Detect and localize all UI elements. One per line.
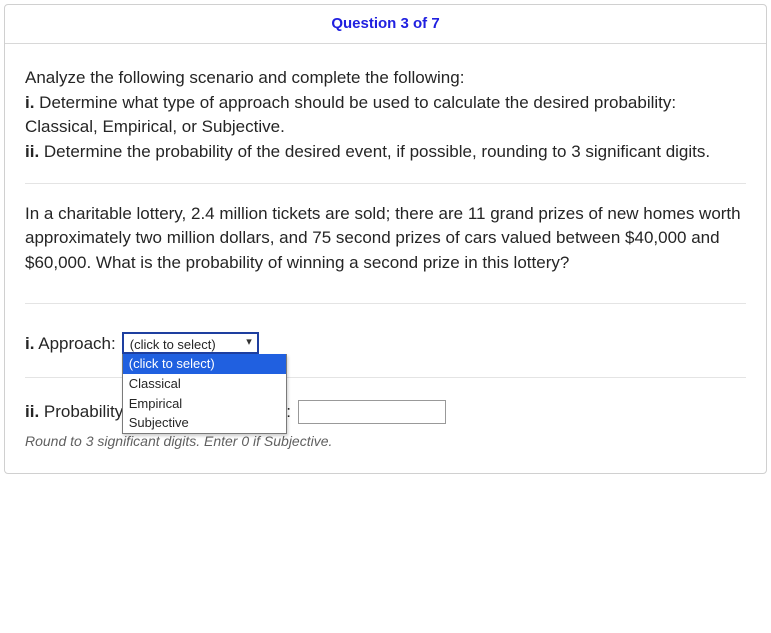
approach-label-container: i. Approach: (25, 332, 116, 357)
approach-select[interactable]: (click to select) ▾ (122, 332, 259, 354)
question-container: Question 3 of 7 Analyze the following sc… (4, 4, 767, 474)
approach-section: i. Approach: (click to select) ▾ (click … (25, 304, 746, 378)
approach-select-wrap: (click to select) ▾ (click to select) Cl… (122, 332, 259, 354)
dropdown-option-placeholder[interactable]: (click to select) (123, 354, 286, 374)
item-i-text: Determine what type of approach should b… (25, 93, 676, 137)
instructions-intro: Analyze the following scenario and compl… (25, 66, 746, 91)
probability-input[interactable] (298, 400, 446, 424)
chevron-down-icon: ▾ (246, 336, 252, 352)
approach-label: Approach: (34, 334, 115, 353)
item-ii-label: ii. (25, 142, 39, 161)
question-title: Question 3 of 7 (331, 15, 439, 32)
dropdown-option-empirical[interactable]: Empirical (123, 394, 286, 414)
dropdown-option-classical[interactable]: Classical (123, 374, 286, 394)
scenario-section: In a charitable lottery, 2.4 million tic… (25, 184, 746, 305)
instruction-item-ii: ii. Determine the probability of the des… (25, 140, 746, 165)
probability-hint: Round to 3 significant digits. Enter 0 i… (25, 431, 746, 451)
approach-row: i. Approach: (click to select) ▾ (click … (25, 332, 746, 357)
item-ii-text: Determine the probability of the desired… (39, 142, 710, 161)
instruction-item-i: i. Determine what type of approach shoul… (25, 91, 746, 140)
probability-label: Probability (39, 402, 123, 421)
instructions-section: Analyze the following scenario and compl… (25, 66, 746, 184)
question-content: Analyze the following scenario and compl… (5, 44, 766, 473)
approach-dropdown: (click to select) Classical Empirical Su… (122, 354, 287, 433)
probability-ii-label: ii. (25, 402, 39, 421)
approach-select-value: (click to select) (130, 337, 216, 352)
dropdown-option-subjective[interactable]: Subjective (123, 413, 286, 433)
scenario-text: In a charitable lottery, 2.4 million tic… (25, 202, 746, 276)
question-header: Question 3 of 7 (5, 5, 766, 44)
